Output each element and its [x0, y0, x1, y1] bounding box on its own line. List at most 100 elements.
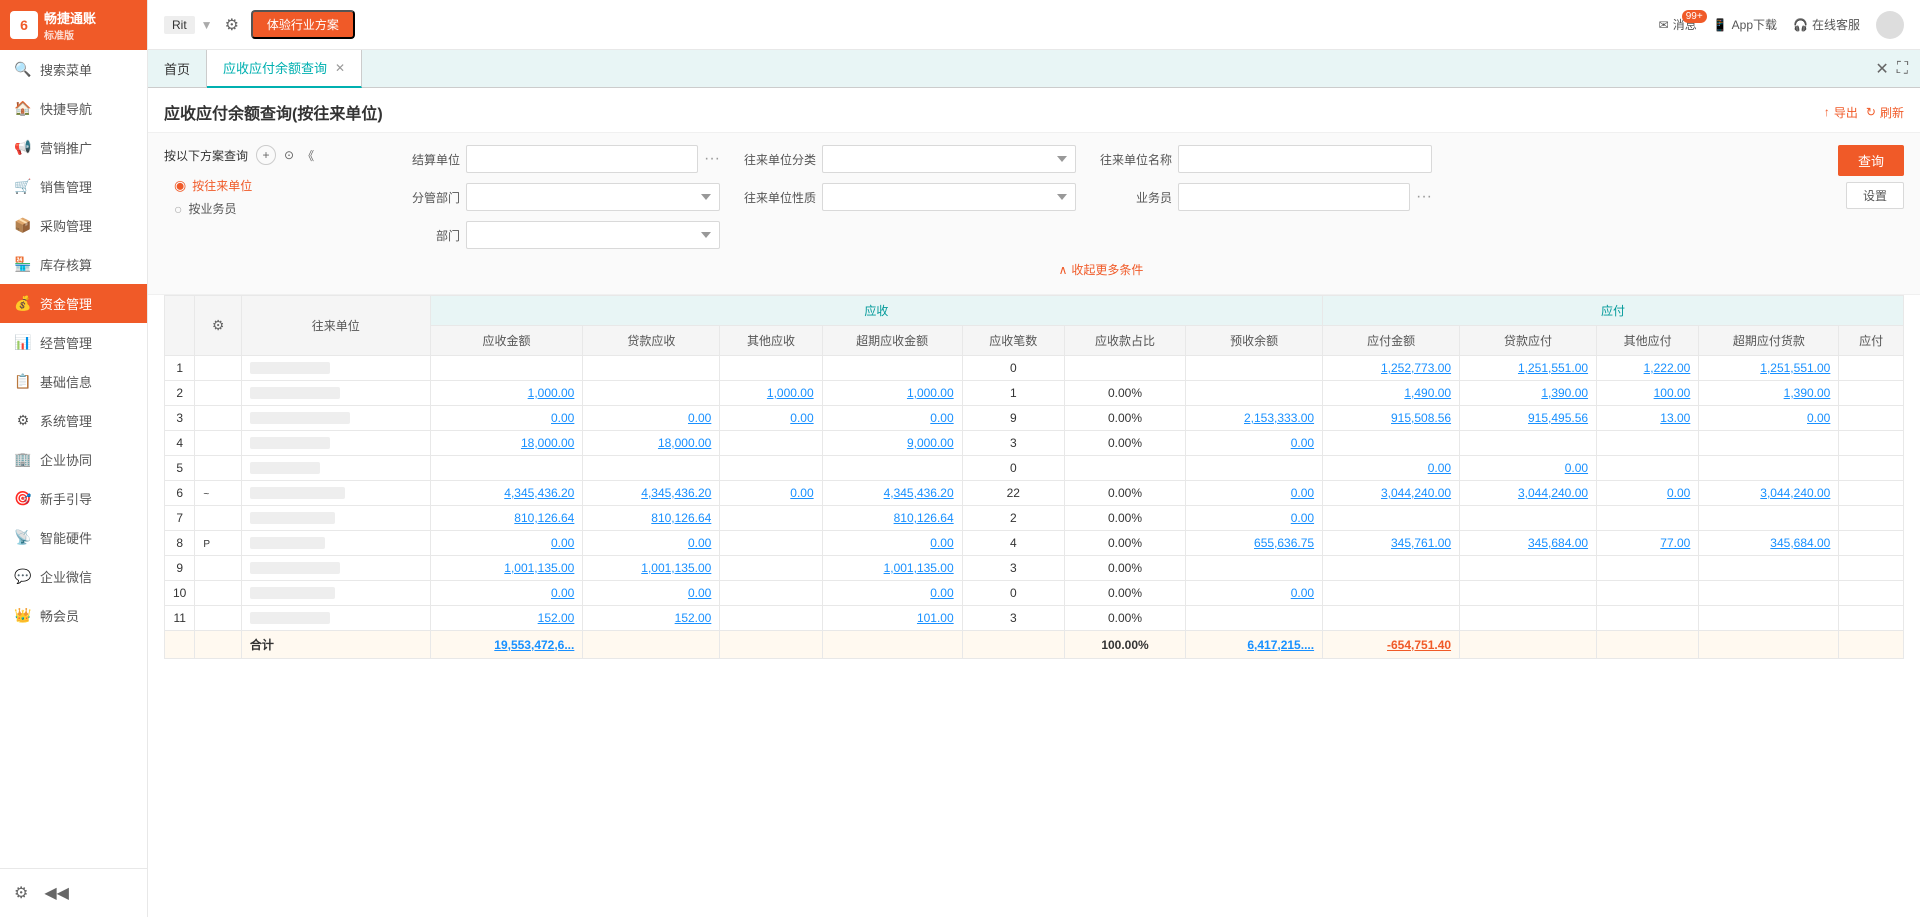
td-advance-recv[interactable]: 0.00	[1186, 481, 1323, 506]
scheme-add-btn[interactable]: +	[256, 145, 276, 165]
td-pay-amt[interactable]: 0.00	[1323, 456, 1460, 481]
sidebar-settings-btn[interactable]: ⚙	[14, 883, 28, 903]
department-select[interactable]	[466, 221, 720, 249]
sidebar-item-quick-nav[interactable]: 🏠 快捷导航	[0, 89, 147, 128]
sidebar-item-sales[interactable]: 🛒 销售管理	[0, 167, 147, 206]
td-advance-recv[interactable]: 0.00	[1186, 506, 1323, 531]
td-loan-pay[interactable]: 0.00	[1460, 456, 1597, 481]
tab-home[interactable]: 首页	[148, 50, 207, 88]
sidebar-item-search-menu[interactable]: 🔍 搜索菜单	[0, 50, 147, 89]
td-recv-amt[interactable]: 0.00	[430, 581, 583, 606]
td-total-pay-amt[interactable]: -654,751.40	[1323, 631, 1460, 659]
td-loan-pay[interactable]: 3,044,240.00	[1460, 481, 1597, 506]
sidebar-item-basic-info[interactable]: 📋 基础信息	[0, 362, 147, 401]
td-recv-amt[interactable]: 810,126.64	[430, 506, 583, 531]
td-overdue-recv[interactable]: 9,000.00	[822, 431, 962, 456]
td-loan-pay[interactable]: 915,495.56	[1460, 406, 1597, 431]
settlement-unit-dots[interactable]: ···	[704, 145, 720, 173]
td-pay-amt[interactable]: 1,252,773.00	[1323, 356, 1460, 381]
refresh-button[interactable]: ↻ 刷新	[1866, 104, 1904, 121]
td-recv-amt[interactable]: 1,000.00	[430, 381, 583, 406]
td-recv-amt[interactable]: 0.00	[430, 531, 583, 556]
td-overdue-pay[interactable]: 345,684.00	[1699, 531, 1839, 556]
salesman-dots[interactable]: ···	[1416, 183, 1432, 211]
app-download-btn[interactable]: 📱 App下载	[1713, 16, 1777, 33]
user-avatar[interactable]	[1876, 11, 1904, 39]
sidebar-item-inventory[interactable]: 🏪 库存核算	[0, 245, 147, 284]
td-loan-recv[interactable]: 810,126.64	[583, 506, 720, 531]
td-other-pay[interactable]: 77.00	[1597, 531, 1699, 556]
td-loan-recv[interactable]: 18,000.00	[583, 431, 720, 456]
td-overdue-pay[interactable]: 0.00	[1699, 406, 1839, 431]
td-total-recv-amt[interactable]: 19,553,472,6...	[430, 631, 583, 659]
close-window-icon[interactable]: ✕	[1875, 59, 1888, 79]
sidebar-item-purchase[interactable]: 📦 采购管理	[0, 206, 147, 245]
tab-close-icon[interactable]: ✕	[335, 61, 345, 75]
unit-nature-select[interactable]	[822, 183, 1076, 211]
td-loan-pay[interactable]: 1,251,551.00	[1460, 356, 1597, 381]
sidebar-item-system[interactable]: ⚙ 系统管理	[0, 401, 147, 440]
dept-manager-select[interactable]	[466, 183, 720, 211]
td-other-pay[interactable]: 13.00	[1597, 406, 1699, 431]
td-loan-recv[interactable]: 1,001,135.00	[583, 556, 720, 581]
td-loan-recv[interactable]: 0.00	[583, 406, 720, 431]
td-overdue-pay[interactable]: 1,390.00	[1699, 381, 1839, 406]
scheme-collapse-icon[interactable]: 《	[302, 147, 314, 164]
td-overdue-recv[interactable]: 0.00	[822, 406, 962, 431]
query-button[interactable]: 查询	[1838, 145, 1904, 176]
expand-window-icon[interactable]: ⛶	[1897, 60, 1908, 78]
td-recv-amt[interactable]: 0.00	[430, 406, 583, 431]
sidebar-item-smart-hardware[interactable]: 📡 智能硬件	[0, 518, 147, 557]
promo-button[interactable]: 体验行业方案	[251, 10, 355, 39]
export-button[interactable]: ↑ 导出	[1824, 104, 1858, 121]
tab-receivable-query[interactable]: 应收应付余额查询 ✕	[207, 50, 362, 88]
sidebar-item-beginner[interactable]: 🎯 新手引导	[0, 479, 147, 518]
td-overdue-pay[interactable]: 1,251,551.00	[1699, 356, 1839, 381]
td-loan-recv[interactable]: 4,345,436.20	[583, 481, 720, 506]
table-settings-btn[interactable]: ⚙	[212, 317, 225, 334]
td-loan-pay[interactable]: 345,684.00	[1460, 531, 1597, 556]
td-overdue-pay[interactable]: 3,044,240.00	[1699, 481, 1839, 506]
td-pay-amt[interactable]: 3,044,240.00	[1323, 481, 1460, 506]
scheme-settings-icon[interactable]: ⊙	[284, 148, 294, 162]
td-pay-amt[interactable]: 345,761.00	[1323, 531, 1460, 556]
salesman-input[interactable]	[1178, 183, 1410, 211]
td-other-pay[interactable]: 100.00	[1597, 381, 1699, 406]
unit-name-input[interactable]	[1178, 145, 1432, 173]
sidebar-item-corp-wechat[interactable]: 💬 企业微信	[0, 557, 147, 596]
td-overdue-recv[interactable]: 4,345,436.20	[822, 481, 962, 506]
sidebar-item-marketing[interactable]: 📢 营销推广	[0, 128, 147, 167]
td-overdue-recv[interactable]: 101.00	[822, 606, 962, 631]
td-pay-amt[interactable]: 915,508.56	[1323, 406, 1460, 431]
td-overdue-recv[interactable]: 810,126.64	[822, 506, 962, 531]
message-btn[interactable]: ✉ 消息 99+	[1659, 16, 1697, 33]
td-recv-amt[interactable]: 152.00	[430, 606, 583, 631]
td-advance-recv[interactable]: 0.00	[1186, 431, 1323, 456]
sidebar-item-member[interactable]: 👑 畅会员	[0, 596, 147, 635]
sidebar-item-corp-coop[interactable]: 🏢 企业协同	[0, 440, 147, 479]
scheme-by-unit[interactable]: ◉ 按往来单位	[174, 177, 364, 194]
td-overdue-recv[interactable]: 0.00	[822, 581, 962, 606]
td-loan-pay[interactable]: 1,390.00	[1460, 381, 1597, 406]
td-loan-recv[interactable]: 152.00	[583, 606, 720, 631]
td-pay-amt[interactable]: 1,490.00	[1323, 381, 1460, 406]
td-loan-recv[interactable]: 0.00	[583, 531, 720, 556]
td-total-advance-recv[interactable]: 6,417,215....	[1186, 631, 1323, 659]
td-other-recv[interactable]: 1,000.00	[720, 381, 822, 406]
td-advance-recv[interactable]: 2,153,333.00	[1186, 406, 1323, 431]
td-other-recv[interactable]: 0.00	[720, 481, 822, 506]
sidebar-item-finance[interactable]: 💰 资金管理	[0, 284, 147, 323]
sidebar-collapse-btn[interactable]: ◀◀	[44, 883, 69, 903]
td-advance-recv[interactable]: 0.00	[1186, 581, 1323, 606]
setting-button[interactable]: 设置	[1846, 182, 1904, 209]
td-loan-recv[interactable]: 0.00	[583, 581, 720, 606]
settlement-unit-input[interactable]	[466, 145, 698, 173]
td-overdue-recv[interactable]: 1,000.00	[822, 381, 962, 406]
sidebar-item-business[interactable]: 📊 经营管理	[0, 323, 147, 362]
topbar-settings-icon[interactable]: ⚙	[225, 15, 239, 35]
td-recv-amt[interactable]: 4,345,436.20	[430, 481, 583, 506]
td-overdue-recv[interactable]: 1,001,135.00	[822, 556, 962, 581]
td-recv-amt[interactable]: 1,001,135.00	[430, 556, 583, 581]
td-recv-amt[interactable]: 18,000.00	[430, 431, 583, 456]
unit-category-select[interactable]	[822, 145, 1076, 173]
